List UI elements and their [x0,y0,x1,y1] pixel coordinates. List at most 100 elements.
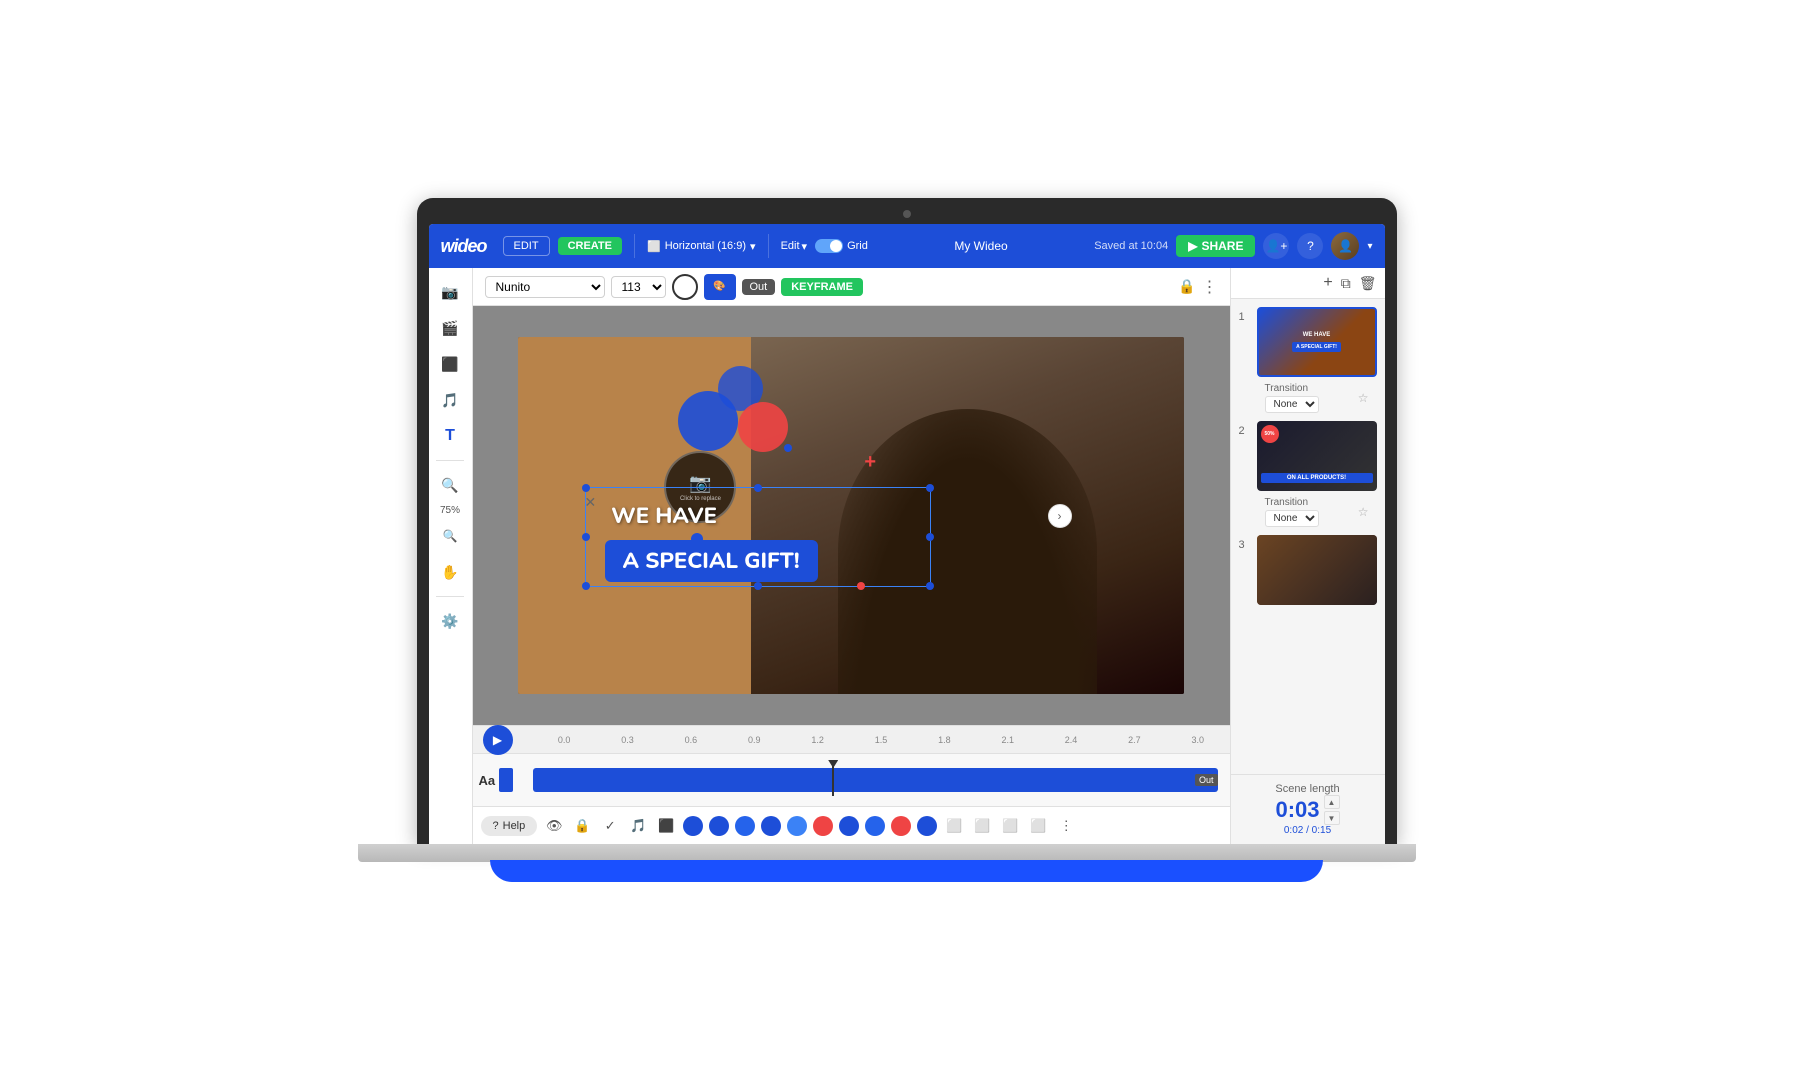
scene-range: 0:02 / 0:15 [1239,825,1377,836]
play-icon: ▶ [1188,239,1197,253]
text-we-have[interactable]: WE HAVE [611,501,717,531]
track-color-indicator [499,768,513,792]
slide-preview-text-1: WE HAVE A SPECIAL GIFT! [1292,332,1341,351]
circle-blue-8[interactable] [917,816,937,836]
question-icon: ? [493,820,499,832]
timeline-area: ▶ 0.0 0.3 0.6 0.9 1.2 1.5 1.8 2.1 [473,725,1230,844]
share-button[interactable]: ▶ SHARE [1176,235,1255,257]
transition-select-1[interactable]: None [1265,396,1319,413]
track-content: Out [533,768,1230,792]
circle-red-1[interactable] [813,816,833,836]
laptop-bezel: wideo EDIT CREATE ⬜ Horizontal (16:9) ▾ … [417,198,1397,844]
scene-decrement-button[interactable]: ▼ [1324,811,1340,825]
pan-tool-button[interactable]: ✋ [434,556,466,588]
more-options-icon[interactable]: ⋮ [1202,277,1218,297]
circle-blue-7[interactable] [865,816,885,836]
delete-slide-icon[interactable]: 🗑 [1359,275,1377,292]
playhead-head [828,760,838,768]
edit-button[interactable]: EDIT [503,236,550,256]
scene-length-label: Scene length [1239,783,1377,795]
scene-next-button[interactable]: › [1048,504,1072,528]
scene-increment-button[interactable]: ▲ [1324,795,1340,809]
slide-list: 1 WE HAVE A SPECIAL GIFT! [1231,299,1385,617]
music-timeline-icon[interactable]: 🎵 [627,815,649,837]
transition-label-2: Transition None [1265,497,1319,527]
create-button[interactable]: CREATE [558,237,622,255]
track-segment[interactable]: Out [533,768,1218,792]
slide-item-1: 1 WE HAVE A SPECIAL GIFT! [1239,307,1377,377]
expand-icon-1[interactable]: ⬜ [943,815,965,837]
shape-tool-button[interactable]: ⬛ [434,348,466,380]
font-selector[interactable]: Nunito [485,276,605,298]
ruler-1.8: 1.8 [913,735,976,745]
favorite-button-1[interactable]: ☆ [1358,391,1369,405]
photo-timeline-icon[interactable]: ⬛ [655,815,677,837]
text-special-gift[interactable]: A SPECIAL GIFT! [605,540,818,582]
color-picker-button[interactable]: 🎨 [704,274,736,300]
grid-toggle[interactable]: Grid [815,239,868,253]
canvas-content[interactable]: 📷 Click to replace + WE HAVE A SPECIAL G… [518,337,1184,693]
timeline-icons: ? Help 👁 🔒 ✓ 🎵 ⬛ [473,806,1230,844]
help-label: Help [503,820,526,832]
canvas-area: 📷 Click to replace + WE HAVE A SPECIAL G… [473,306,1230,725]
style-circle-button[interactable] [672,274,698,300]
music-tool-button[interactable]: 🎵 [434,384,466,416]
video-tool-button[interactable]: 🎬 [434,312,466,344]
ruler-2.4: 2.4 [1039,735,1102,745]
help-button[interactable]: ? Help [481,816,538,836]
favorite-button-2[interactable]: ☆ [1358,505,1369,519]
scene-max: 0:15 [1312,825,1331,836]
circle-blue-1[interactable] [683,816,703,836]
circle-blue-3[interactable] [735,816,755,836]
toolbar-divider-1 [436,460,464,461]
monitor-icon: ⬜ [647,240,661,253]
layout-button[interactable]: ⬜ Horizontal (16:9) ▾ [647,240,756,253]
lock-timeline-icon[interactable]: 🔒 [571,815,593,837]
laptop-screen: wideo EDIT CREATE ⬜ Horizontal (16:9) ▾ … [429,224,1385,844]
font-size-selector[interactable]: 113 [611,276,666,298]
slide-thumb-3[interactable] [1257,535,1377,605]
ruler-0.9: 0.9 [723,735,786,745]
expand-icon-3[interactable]: ⬜ [999,815,1021,837]
nav-separator-2 [768,234,769,258]
expand-icon-4[interactable]: ⬜ [1027,815,1049,837]
laptop-foot [490,860,1323,882]
circle-blue-5[interactable] [787,816,807,836]
add-slide-icon[interactable]: + [1323,274,1332,292]
ruler-1.5: 1.5 [849,735,912,745]
slide-thumb-2[interactable]: 50% ON ALL PRODUCTS! [1257,421,1377,491]
zoom-in-button[interactable]: 🔍 [434,469,466,501]
toggle-pill[interactable] [815,239,843,253]
play-button[interactable]: ▶ [483,725,513,755]
lock-icon[interactable]: 🔒 [1178,278,1195,295]
more-timeline-icon[interactable]: ⋮ [1055,815,1077,837]
avatar[interactable]: 👤 [1331,232,1359,260]
circle-blue-2[interactable] [709,816,729,836]
animation-out-button[interactable]: Out [742,279,776,295]
bg-person-block [751,337,1184,693]
settings-button[interactable]: ⚙️ [434,605,466,637]
saved-status: Saved at 10:04 [1094,240,1168,252]
add-user-button[interactable]: 👤+ [1263,233,1289,259]
app-logo: wideo [441,236,487,257]
edit-dropdown-button[interactable]: Edit ▾ [781,240,808,253]
main-layout: 📷 🎬 ⬛ 🎵 T 🔍 75% 🔍 ✋ ⚙️ [429,268,1385,844]
circle-blue-6[interactable] [839,816,859,836]
keyframe-button[interactable]: KEYFRAME [781,278,863,296]
circle-blue-4[interactable] [761,816,781,836]
scene-min: 0:02 [1284,825,1303,836]
photo-tool-button[interactable]: 📷 [434,276,466,308]
duplicate-slide-icon[interactable]: ⧉ [1341,275,1351,292]
grid-label: Grid [847,240,868,252]
deco-plus: + [864,451,876,474]
slide-thumb-1[interactable]: WE HAVE A SPECIAL GIFT! [1257,307,1377,377]
camera-icon: 📷 [689,473,711,494]
text-tool-button[interactable]: T [434,420,466,452]
transition-select-2[interactable]: None [1265,510,1319,527]
circle-red-2[interactable] [891,816,911,836]
help-button[interactable]: ? [1297,233,1323,259]
ruler-0.6: 0.6 [659,735,722,745]
expand-icon-2[interactable]: ⬜ [971,815,993,837]
zoom-out-button[interactable]: 🔍 [434,520,466,552]
eye-icon[interactable]: 👁 [543,815,565,837]
